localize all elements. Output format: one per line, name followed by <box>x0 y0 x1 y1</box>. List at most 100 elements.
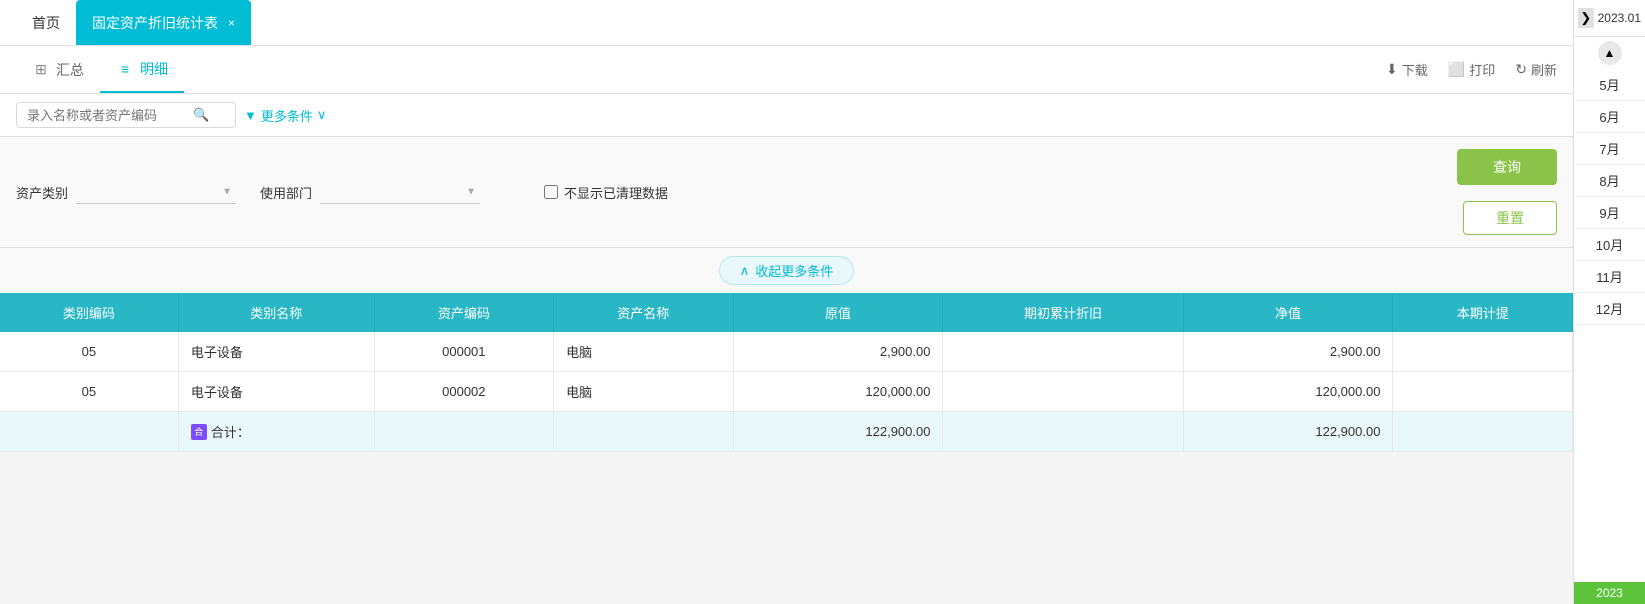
use-dept-select[interactable] <box>320 180 480 204</box>
total-accum-dep <box>943 412 1183 452</box>
top-bar: 首页 固定资产折旧统计表 × ✕ <box>0 0 1645 46</box>
data-table: 类别编码 类别名称 资产编码 资产名称 原值 期初累计折旧 净值 本期计提 05… <box>0 293 1573 452</box>
month-11[interactable]: 11月 <box>1574 261 1645 293</box>
collapse-label: 收起更多条件 <box>755 261 833 280</box>
col-header-category-name: 类别名称 <box>178 293 374 332</box>
col-header-accumulated-depreciation: 期初累计折旧 <box>943 293 1183 332</box>
main-content: ⊞ 汇总 ≡ 明细 ⬇ 下载 ⬜ 打印 ↻ 刷新 🔍 <box>0 46 1573 452</box>
download-action[interactable]: ⬇ 下载 <box>1386 60 1428 79</box>
col-header-asset-name: 资产名称 <box>554 293 733 332</box>
table-body: 05 电子设备 000001 电脑 2,900.00 2,900.00 05 电… <box>0 332 1573 452</box>
table-row[interactable]: 05 电子设备 000001 电脑 2,900.00 2,900.00 <box>0 332 1573 372</box>
total-empty-2: 合 合计： <box>178 412 374 452</box>
cell-original-value-2: 120,000.00 <box>733 372 943 412</box>
cell-current-dep-2 <box>1393 372 1573 412</box>
collapse-button[interactable]: ∧ 收起更多条件 <box>719 256 855 285</box>
right-panel-arrow[interactable]: ❯ <box>1578 8 1594 28</box>
right-date-header: 2023.01 <box>1598 11 1641 25</box>
asset-category-filter: 资产类别 <box>16 180 236 204</box>
use-dept-label: 使用部门 <box>260 183 312 202</box>
cell-original-value-1: 2,900.00 <box>733 332 943 372</box>
use-dept-filter: 使用部门 <box>260 180 480 204</box>
reset-button[interactable]: 重置 <box>1463 201 1557 235</box>
total-row: 合 合计： 122,900.00 122,900.00 <box>0 412 1573 452</box>
search-input[interactable] <box>27 108 187 123</box>
hide-cleared-filter: 不显示已清理数据 <box>544 183 668 202</box>
asset-category-label: 资产类别 <box>16 183 68 202</box>
more-conditions-button[interactable]: ▼ 更多条件 ∨ <box>244 106 326 125</box>
print-action[interactable]: ⬜ 打印 <box>1448 60 1495 79</box>
tab-summary[interactable]: ⊞ 汇总 <box>16 46 100 93</box>
tab-close-button[interactable]: × <box>228 16 235 30</box>
total-empty-1 <box>0 412 178 452</box>
month-8[interactable]: 8月 <box>1574 165 1645 197</box>
col-header-original-value: 原值 <box>733 293 943 332</box>
filter-icon: ▼ <box>244 108 257 123</box>
cell-category-code-1: 05 <box>0 332 178 372</box>
cell-accum-dep-2 <box>943 372 1183 412</box>
asset-category-select[interactable] <box>76 180 236 204</box>
total-label: 合 合计： <box>191 422 250 441</box>
col-header-current-depreciation: 本期计提 <box>1393 293 1573 332</box>
more-conditions-label: 更多条件 <box>261 106 313 125</box>
cell-accum-dep-1 <box>943 332 1183 372</box>
home-label: 首页 <box>32 13 60 33</box>
month-6[interactable]: 6月 <box>1574 101 1645 133</box>
filter-row: 资产类别 使用部门 不显示已清理数据 <box>16 149 1557 235</box>
total-empty-3 <box>374 412 553 452</box>
cell-net-value-2: 120,000.00 <box>1183 372 1393 412</box>
cell-asset-code-2: 000002 <box>374 372 553 412</box>
use-dept-select-wrap <box>320 180 480 204</box>
total-empty-4 <box>554 412 733 452</box>
toolbar-actions: ⬇ 下载 ⬜ 打印 ↻ 刷新 <box>1386 60 1557 79</box>
total-icon-box: 合 <box>191 424 207 440</box>
refresh-action[interactable]: ↻ 刷新 <box>1515 60 1557 79</box>
search-icon[interactable]: 🔍 <box>193 107 209 123</box>
right-nav-up[interactable]: ▲ <box>1598 41 1622 65</box>
cell-current-dep-1 <box>1393 332 1573 372</box>
total-net-value: 122,900.00 <box>1183 412 1393 452</box>
print-icon: ⬜ <box>1448 61 1465 78</box>
month-7[interactable]: 7月 <box>1574 133 1645 165</box>
month-12[interactable]: 12月 <box>1574 293 1645 325</box>
cell-category-name-2: 电子设备 <box>178 372 374 412</box>
collapse-icon: ∧ <box>740 263 750 279</box>
month-9[interactable]: 9月 <box>1574 197 1645 229</box>
filter-area: 资产类别 使用部门 不显示已清理数据 <box>0 137 1573 248</box>
print-label: 打印 <box>1469 60 1495 79</box>
download-label: 下载 <box>1402 60 1428 79</box>
search-bar: 🔍 ▼ 更多条件 ∨ <box>0 94 1573 137</box>
total-text: 合计： <box>211 422 250 441</box>
table-row[interactable]: 05 电子设备 000002 电脑 120,000.00 120,000.00 <box>0 372 1573 412</box>
active-tab-label: 固定资产折旧统计表 <box>92 13 218 33</box>
table-header: 类别编码 类别名称 资产编码 资产名称 原值 期初累计折旧 净值 本期计提 <box>0 293 1573 332</box>
tab-detail[interactable]: ≡ 明细 <box>100 46 184 93</box>
download-icon: ⬇ <box>1386 61 1398 78</box>
month-5[interactable]: 5月 <box>1574 69 1645 101</box>
refresh-icon: ↻ <box>1515 61 1527 78</box>
toolbar: ⊞ 汇总 ≡ 明细 ⬇ 下载 ⬜ 打印 ↻ 刷新 <box>0 46 1573 94</box>
total-current-dep <box>1393 412 1573 452</box>
cell-asset-name-2: 电脑 <box>554 372 733 412</box>
col-header-category-code: 类别编码 <box>0 293 178 332</box>
month-10[interactable]: 10月 <box>1574 229 1645 261</box>
detail-icon: ≡ <box>116 60 134 78</box>
home-tab[interactable]: 首页 <box>16 0 76 45</box>
cell-category-code-2: 05 <box>0 372 178 412</box>
query-button[interactable]: 查询 <box>1457 149 1557 185</box>
filter-buttons: 查询 重置 <box>1457 149 1557 235</box>
cell-asset-code-1: 000001 <box>374 332 553 372</box>
hide-cleared-checkbox[interactable] <box>544 185 558 199</box>
active-tab[interactable]: 固定资产折旧统计表 × <box>76 0 251 45</box>
total-original-value: 122,900.00 <box>733 412 943 452</box>
cell-asset-name-1: 电脑 <box>554 332 733 372</box>
col-header-net-value: 净值 <box>1183 293 1393 332</box>
refresh-label: 刷新 <box>1531 60 1557 79</box>
cell-net-value-1: 2,900.00 <box>1183 332 1393 372</box>
hide-cleared-label: 不显示已清理数据 <box>564 183 668 202</box>
tab-detail-label: 明细 <box>140 59 168 79</box>
asset-category-select-wrap <box>76 180 236 204</box>
right-year-badge[interactable]: 2023 <box>1574 582 1645 604</box>
table-container: 类别编码 类别名称 资产编码 资产名称 原值 期初累计折旧 净值 本期计提 05… <box>0 293 1573 452</box>
right-month-list: 5月 6月 7月 8月 9月 10月 11月 12月 <box>1574 69 1645 582</box>
